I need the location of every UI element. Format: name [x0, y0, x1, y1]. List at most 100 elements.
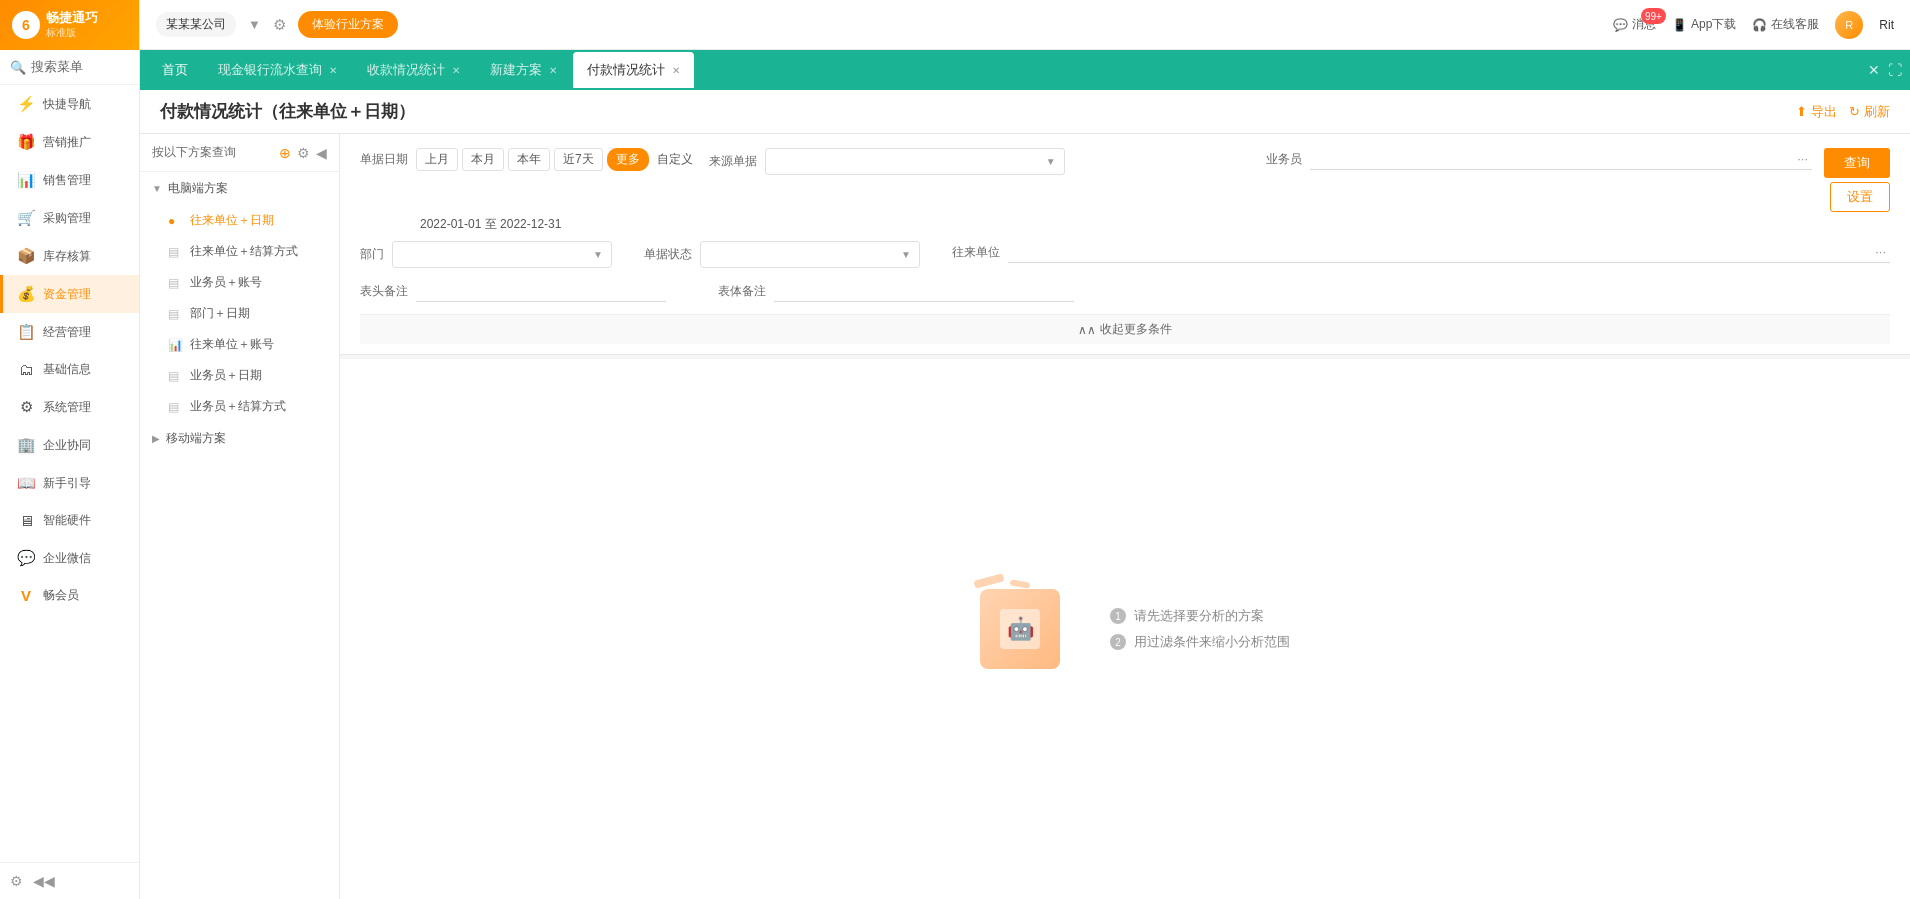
scheme-unit-date-icon: ●: [168, 214, 184, 228]
date-btn-last-month[interactable]: 上月: [416, 148, 458, 171]
sidebar-item-member[interactable]: V 畅会员: [0, 577, 139, 614]
header-note-label: 表头备注: [360, 283, 408, 300]
body-note-input[interactable]: [774, 280, 1074, 302]
page-actions: ⬆ 导出 ↻ 刷新: [1796, 103, 1890, 121]
sidebar-item-operation[interactable]: 📋 经营管理: [0, 313, 139, 351]
date-btn-more[interactable]: 更多: [607, 148, 649, 171]
collapse-scheme-icon[interactable]: ◀: [316, 145, 327, 161]
scheme-unit-account-label: 往来单位＋账号: [190, 336, 274, 353]
marketing-icon: 🎁: [17, 133, 35, 151]
user-avatar[interactable]: R: [1835, 11, 1863, 39]
sidebar-item-quick-nav[interactable]: ⚡ 快捷导航: [0, 85, 139, 123]
header-note-input[interactable]: [416, 280, 666, 302]
app-label: App下载: [1691, 16, 1736, 33]
date-btn-this-month[interactable]: 本月: [462, 148, 504, 171]
export-icon: ⬆: [1796, 104, 1807, 119]
scheme-salesperson-date[interactable]: ▤ 业务员＋日期: [140, 360, 339, 391]
salesperson-filter-group: 业务员 ···: [1266, 148, 1812, 170]
tab-receipt-close-icon[interactable]: ✕: [452, 65, 460, 76]
sidebar-item-inventory[interactable]: 📦 库存核算: [0, 237, 139, 275]
source-select-arrow: ▼: [1046, 156, 1056, 167]
empty-tip-1: 1 请先选择要分析的方案: [1110, 607, 1290, 625]
sales-icon: 📊: [17, 171, 35, 189]
source-filter-label: 来源单据: [709, 153, 757, 170]
account-selector[interactable]: 某某某公司: [156, 12, 236, 37]
tab-payment[interactable]: 付款情况统计 ✕: [573, 52, 694, 88]
tab-new-scheme-close-icon[interactable]: ✕: [549, 65, 557, 76]
scheme-unit-account[interactable]: 📊 往来单位＋账号: [140, 329, 339, 360]
scheme-dept-date[interactable]: ▤ 部门＋日期: [140, 298, 339, 329]
message-badge: 99+: [1641, 8, 1666, 24]
wechat-icon: 💬: [17, 549, 35, 567]
mobile-group-header[interactable]: ▶ 移动端方案: [140, 422, 339, 455]
sidebar-item-purchase[interactable]: 🛒 采购管理: [0, 199, 139, 237]
partner-ellipsis-icon[interactable]: ···: [1875, 244, 1886, 259]
online-service-btn[interactable]: 🎧 在线客服: [1752, 16, 1819, 33]
partner-input[interactable]: ···: [1008, 241, 1890, 263]
tab-bank-close-icon[interactable]: ✕: [329, 65, 337, 76]
source-select[interactable]: ▼: [765, 148, 1065, 175]
settings-header-icon[interactable]: ⚙: [273, 16, 286, 34]
sidebar-search[interactable]: 🔍 搜索菜单: [0, 50, 139, 85]
sidebar-item-marketing[interactable]: 🎁 营销推广: [0, 123, 139, 161]
sidebar-item-sales[interactable]: 📊 销售管理: [0, 161, 139, 199]
service-icon: 🎧: [1752, 18, 1767, 32]
message-btn[interactable]: 💬 消息 99+: [1613, 16, 1656, 33]
scheme-salesperson-account[interactable]: ▤ 业务员＋账号: [140, 267, 339, 298]
message-icon: 💬: [1613, 18, 1628, 32]
salesperson-ellipsis-icon[interactable]: ···: [1797, 151, 1808, 166]
tab-payment-close-icon[interactable]: ✕: [672, 65, 680, 76]
sidebar-item-label: 资金管理: [43, 286, 91, 303]
scheme-unit-settle[interactable]: ▤ 往来单位＋结算方式: [140, 236, 339, 267]
trial-btn[interactable]: 体验行业方案: [298, 11, 398, 38]
export-btn[interactable]: ⬆ 导出: [1796, 103, 1837, 121]
sidebar-item-label: 企业微信: [43, 550, 91, 567]
close-tab-icon[interactable]: ✕: [1868, 62, 1880, 78]
fullscreen-icon[interactable]: ⛶: [1888, 62, 1902, 78]
tab-bar-actions: ✕ ⛶: [1868, 62, 1902, 78]
doc-status-select[interactable]: ▼: [700, 241, 920, 268]
dept-select[interactable]: ▼: [392, 241, 612, 268]
date-btn-this-year[interactable]: 本年: [508, 148, 550, 171]
doc-status-select-arrow: ▼: [901, 249, 911, 260]
tip-num-1: 1: [1110, 608, 1126, 624]
account-dropdown-icon[interactable]: ▼: [248, 17, 261, 32]
sidebar-item-label: 营销推广: [43, 134, 91, 151]
sidebar-item-hardware[interactable]: 🖥 智能硬件: [0, 502, 139, 539]
tab-bank[interactable]: 现金银行流水查询 ✕: [204, 52, 351, 88]
system-icon: ⚙: [17, 398, 35, 416]
custom-label[interactable]: 自定义: [657, 151, 693, 168]
body-note-label: 表体备注: [718, 283, 766, 300]
scheme-salesperson-date-label: 业务员＋日期: [190, 367, 262, 384]
query-btn[interactable]: 查询: [1824, 148, 1890, 178]
refresh-btn[interactable]: ↻ 刷新: [1849, 103, 1890, 121]
collapse-more-btn[interactable]: ∧∧ 收起更多条件: [360, 314, 1890, 344]
operation-icon: 📋: [17, 323, 35, 341]
add-scheme-icon[interactable]: ⊕: [279, 145, 291, 161]
gear-scheme-icon[interactable]: ⚙: [297, 145, 310, 161]
sidebar-item-finance[interactable]: 💰 资金管理: [0, 275, 139, 313]
settings-btn[interactable]: 设置: [1830, 182, 1890, 212]
tab-receipt[interactable]: 收款情况统计 ✕: [353, 52, 474, 88]
sidebar-item-enterprise[interactable]: 🏢 企业协同: [0, 426, 139, 464]
tab-home[interactable]: 首页: [148, 52, 202, 88]
scheme-unit-date[interactable]: ● 往来单位＋日期: [140, 205, 339, 236]
right-panel: 单据日期 上月 本月 本年 近7天 更多 自定义 来源单据: [340, 134, 1910, 899]
tab-new-scheme[interactable]: 新建方案 ✕: [476, 52, 571, 88]
sidebar-item-system[interactable]: ⚙ 系统管理: [0, 388, 139, 426]
sidebar-item-wechat[interactable]: 💬 企业微信: [0, 539, 139, 577]
app-download-btn[interactable]: 📱 App下载: [1672, 16, 1736, 33]
page-title: 付款情况统计（往来单位＋日期）: [160, 100, 415, 123]
salesperson-input[interactable]: ···: [1310, 148, 1812, 170]
date-btn-7days[interactable]: 近7天: [554, 148, 603, 171]
settings-footer-icon[interactable]: ⚙: [10, 873, 23, 889]
sidebar-item-guide[interactable]: 📖 新手引导: [0, 464, 139, 502]
date-range-display: 2022-01-01 至 2022-12-31: [420, 216, 1890, 233]
tab-bank-label: 现金银行流水查询: [218, 61, 322, 79]
desktop-group-header[interactable]: ▼ 电脑端方案: [140, 172, 339, 205]
app-header: 某某某公司 ▼ ⚙ 体验行业方案 💬 消息 99+ 📱 App下载 🎧 在线客服…: [140, 0, 1910, 50]
collapse-sidebar-icon[interactable]: ◀◀: [33, 873, 55, 889]
scheme-unit-settle-icon: ▤: [168, 245, 184, 259]
scheme-salesperson-settle[interactable]: ▤ 业务员＋结算方式: [140, 391, 339, 422]
sidebar-item-basic[interactable]: 🗂 基础信息: [0, 351, 139, 388]
